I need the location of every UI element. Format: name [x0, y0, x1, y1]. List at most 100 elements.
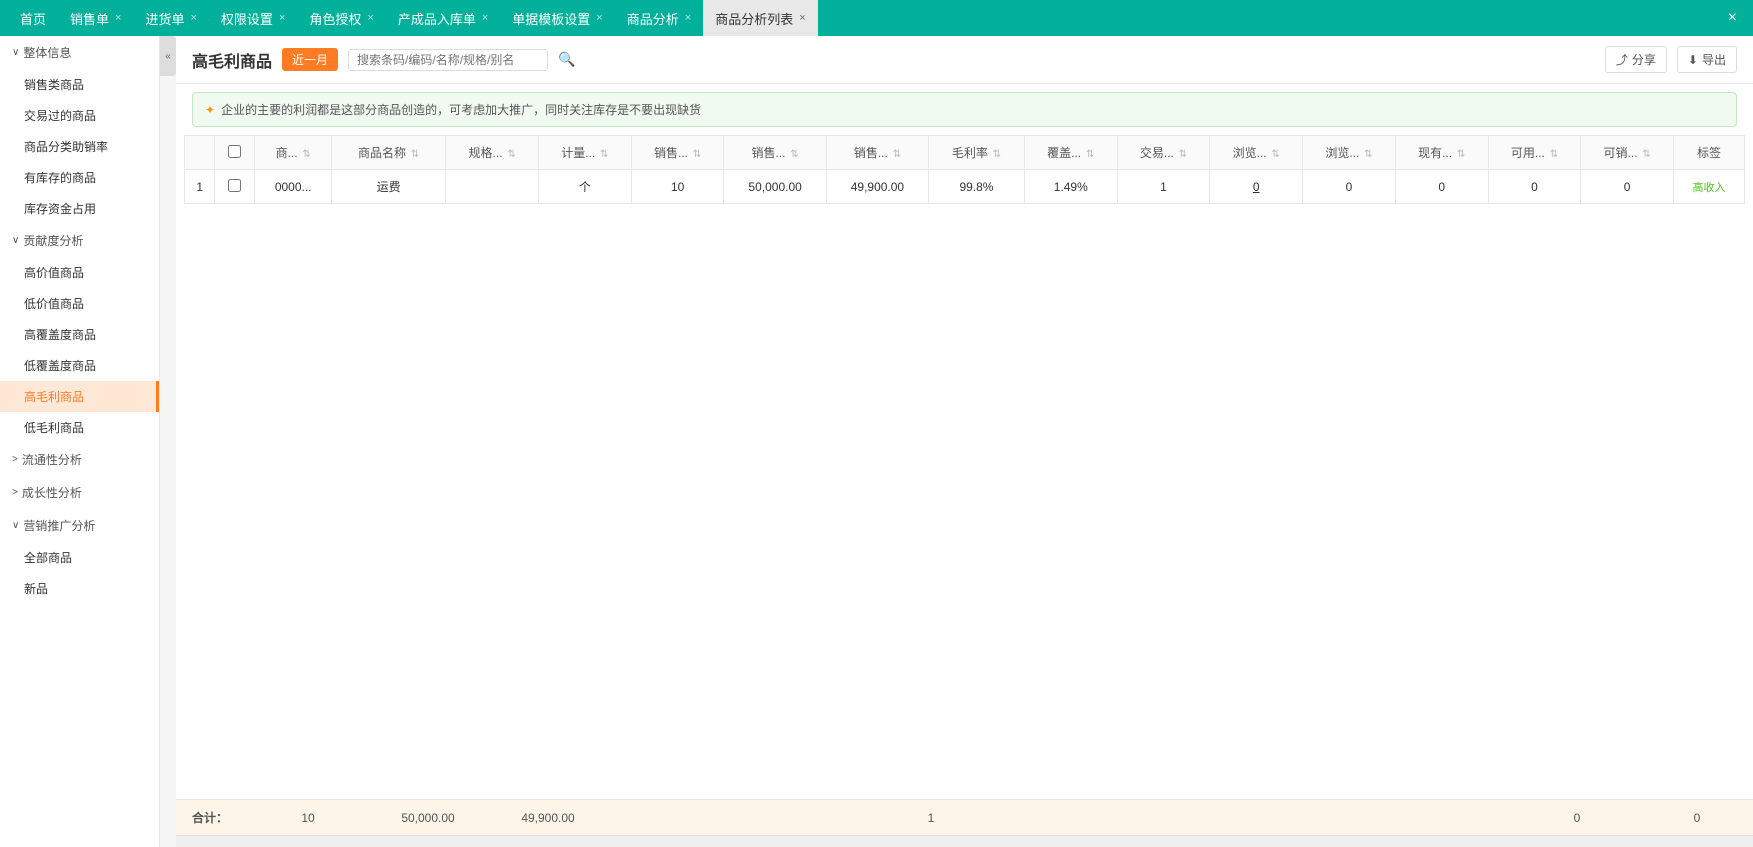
table-row: 10000...运费个1050,000.0049,900.0099.8%1.49… — [185, 170, 1745, 204]
export-icon: ⬇ — [1688, 53, 1698, 67]
cell-spec — [446, 170, 539, 204]
nav-close-icon[interactable]: × — [482, 12, 488, 24]
footer-summary: 合计： 10 50,000.00 49,900.00 1 0 0 — [176, 799, 1753, 835]
sidebar-item-低价值商品[interactable]: 低价值商品 — [0, 288, 159, 319]
sort-icon-gross_margin: ⇅ — [990, 149, 1001, 160]
cell-sellable_stock: 0 — [1581, 170, 1674, 204]
col-header-available_stock[interactable]: 可用... ⇅ — [1488, 136, 1581, 170]
cell-tag: 高收入 — [1674, 170, 1745, 204]
sidebar-item-商品分类助销率[interactable]: 商品分类助销率 — [0, 131, 159, 162]
nav-close-icon[interactable]: × — [685, 12, 691, 24]
close-window-btn[interactable]: × — [1720, 9, 1745, 27]
sidebar-item-低毛利商品[interactable]: 低毛利商品 — [0, 412, 159, 443]
col-header-current_stock[interactable]: 现有... ⇅ — [1395, 136, 1488, 170]
col-header-coverage[interactable]: 覆盖... ⇅ — [1024, 136, 1117, 170]
sidebar-item-高价值商品[interactable]: 高价值商品 — [0, 257, 159, 288]
info-banner: ✦ 企业的主要的利润都是这部分商品创造的，可考虑加大推广，同时关注库存是不要出现… — [192, 92, 1737, 127]
cell-sales_qty: 10 — [631, 170, 724, 204]
col-header-sellable_stock[interactable]: 可销... ⇅ — [1581, 136, 1674, 170]
nav-item-角色授权[interactable]: 角色授权× — [297, 0, 385, 36]
sidebar-item-有库存的商品[interactable]: 有库存的商品 — [0, 162, 159, 193]
browse-link[interactable]: 0 — [1253, 180, 1260, 194]
sidebar-item-低覆盖度商品[interactable]: 低覆盖度商品 — [0, 350, 159, 381]
sidebar-item-高覆盖度商品[interactable]: 高覆盖度商品 — [0, 319, 159, 350]
col-header-sales_amount[interactable]: 销售... ⇅ — [724, 136, 826, 170]
section-arrow-icon: ∨ — [12, 235, 19, 246]
cell-checkbox — [215, 170, 255, 204]
nav-close-icon[interactable]: × — [367, 12, 373, 24]
col-header-index — [185, 136, 215, 170]
cell-browse2: 0 — [1303, 170, 1396, 204]
sort-icon-sellable_stock: ⇅ — [1640, 149, 1651, 160]
footer-trade: 1 — [891, 811, 971, 825]
sidebar-item-交易过的商品[interactable]: 交易过的商品 — [0, 100, 159, 131]
table-body: 10000...运费个1050,000.0049,900.0099.8%1.49… — [185, 170, 1745, 204]
sort-icon-name: ⇅ — [408, 149, 419, 160]
search-icon-btn[interactable]: 🔍 — [558, 51, 575, 68]
col-header-sales_profit[interactable]: 销售... ⇅ — [826, 136, 928, 170]
sidebar-item-销售类商品[interactable]: 销售类商品 — [0, 69, 159, 100]
col-header-sales_qty[interactable]: 销售... ⇅ — [631, 136, 724, 170]
sort-icon-sales_amount: ⇅ — [788, 149, 799, 160]
sidebar-section-营销推广分析[interactable]: ∨营销推广分析 — [0, 509, 159, 542]
col-header-trade[interactable]: 交易... ⇅ — [1117, 136, 1210, 170]
section-arrow-icon: > — [12, 487, 18, 498]
section-label: 流通性分析 — [22, 451, 82, 468]
cell-sales_profit: 49,900.00 — [826, 170, 928, 204]
nav-item-商品分析[interactable]: 商品分析× — [615, 0, 703, 36]
nav-close-icon[interactable]: × — [799, 12, 805, 24]
sidebar-section-整体信息[interactable]: ∨整体信息 — [0, 36, 159, 69]
cell-index: 1 — [185, 170, 215, 204]
nav-close-icon[interactable]: × — [190, 12, 196, 24]
sidebar-section-成长性分析[interactable]: > 成长性分析 — [0, 476, 159, 509]
filter-btn[interactable]: 近一月 — [282, 48, 338, 71]
cell-unit: 个 — [539, 170, 632, 204]
export-btn[interactable]: ⬇ 导出 — [1677, 46, 1737, 73]
nav-close-icon[interactable]: × — [279, 12, 285, 24]
cell-current_stock: 0 — [1395, 170, 1488, 204]
horizontal-scrollbar[interactable] — [176, 835, 1753, 847]
sidebar-section-流通性分析[interactable]: > 流通性分析 — [0, 443, 159, 476]
search-input[interactable] — [348, 49, 548, 71]
status-badge: 高收入 — [1693, 182, 1726, 194]
footer-sales-qty: 10 — [268, 811, 348, 825]
sidebar-item-高毛利商品[interactable]: 高毛利商品 — [0, 381, 159, 412]
sort-icon-available_stock: ⇅ — [1547, 149, 1558, 160]
nav-close-icon[interactable]: × — [115, 12, 121, 24]
section-arrow-icon: > — [12, 454, 18, 465]
nav-item-销售单[interactable]: 销售单× — [58, 0, 133, 36]
cell-name: 运费 — [331, 170, 445, 204]
col-header-browse2[interactable]: 浏览... ⇅ — [1303, 136, 1396, 170]
footer-sales-amount: 50,000.00 — [388, 811, 468, 825]
col-header-gross_margin[interactable]: 毛利率 ⇅ — [929, 136, 1025, 170]
sidebar-section-贡献度分析[interactable]: ∨贡献度分析 — [0, 224, 159, 257]
nav-item-产成品入库单[interactable]: 产成品入库单× — [386, 0, 500, 36]
sidebar-item-库存资金占用[interactable]: 库存资金占用 — [0, 193, 159, 224]
cell-browse1[interactable]: 0 — [1210, 170, 1303, 204]
nav-item-单据模板设置[interactable]: 单据模板设置× — [500, 0, 614, 36]
nav-item-首页[interactable]: 首页 — [8, 0, 58, 36]
col-header-code[interactable]: 商... ⇅ — [255, 136, 332, 170]
sidebar-item-全部商品[interactable]: 全部商品 — [0, 542, 159, 573]
nav-item-进货单[interactable]: 进货单× — [133, 0, 208, 36]
row-checkbox[interactable] — [228, 179, 241, 192]
nav-close-icon[interactable]: × — [596, 12, 602, 24]
select-all-checkbox[interactable] — [228, 145, 241, 158]
col-header-spec[interactable]: 规格... ⇅ — [446, 136, 539, 170]
col-header-name[interactable]: 商品名称 ⇅ — [331, 136, 445, 170]
cell-available_stock: 0 — [1488, 170, 1581, 204]
section-label: 成长性分析 — [22, 484, 82, 501]
col-header-unit[interactable]: 计量... ⇅ — [539, 136, 632, 170]
col-header-tag: 标签 — [1674, 136, 1745, 170]
col-header-browse1[interactable]: 浏览... ⇅ — [1210, 136, 1303, 170]
nav-item-商品分析列表[interactable]: 商品分析列表× — [703, 0, 817, 36]
sidebar-item-新品[interactable]: 新品 — [0, 573, 159, 604]
section-label: 整体信息 — [23, 44, 71, 61]
sidebar-toggle-btn[interactable]: « — [160, 36, 176, 76]
share-btn[interactable]: ⤴ 分享 — [1605, 46, 1667, 73]
content-area: 高毛利商品 近一月 🔍 ⤴ 分享 ⬇ 导出 ✦ 企业的主要的利润都是这部分商品创… — [176, 36, 1753, 847]
footer-label: 合计： — [192, 809, 228, 826]
nav-item-权限设置[interactable]: 权限设置× — [209, 0, 297, 36]
sort-icon-coverage: ⇅ — [1083, 149, 1094, 160]
info-icon: ✦ — [205, 103, 215, 117]
